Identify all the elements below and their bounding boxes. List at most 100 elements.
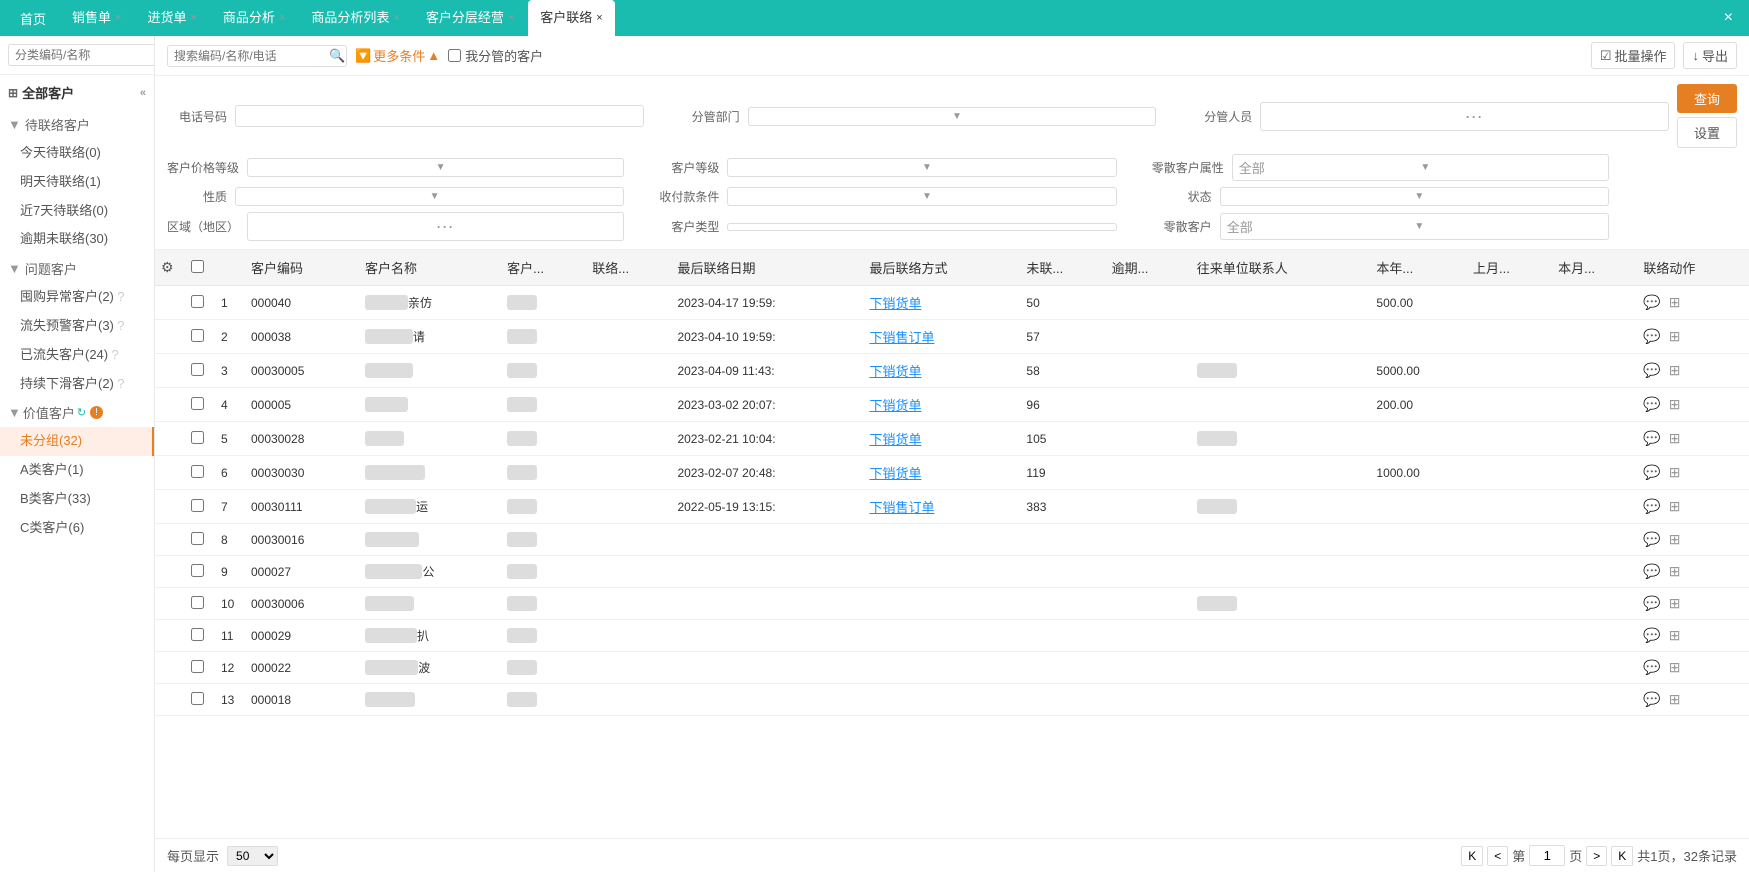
code-col-header[interactable]: 客户编码 bbox=[245, 250, 359, 286]
close-purchase-tab[interactable]: × bbox=[190, 0, 196, 36]
more-icon-7[interactable]: ⊞ bbox=[1669, 531, 1681, 548]
sidebar-item-abnormal[interactable]: 囤购异常客户(2) ? bbox=[0, 283, 154, 312]
region-select[interactable]: ··· bbox=[247, 212, 624, 241]
last-method-col-header[interactable]: 最后联络方式 bbox=[863, 250, 1020, 286]
row-checkbox-8[interactable] bbox=[191, 564, 204, 577]
last-method-link-3[interactable]: 下销货单 bbox=[869, 398, 921, 413]
more-icon-2[interactable]: ⊞ bbox=[1669, 362, 1681, 379]
chat-icon-9[interactable]: 💬 bbox=[1643, 595, 1660, 612]
select-all-checkbox[interactable] bbox=[191, 260, 204, 273]
sidebar-item-class-b[interactable]: B类客户(33) bbox=[0, 485, 154, 514]
dept-select[interactable]: ▼ bbox=[748, 107, 1157, 126]
my-customers-checkbox[interactable] bbox=[448, 49, 461, 62]
chat-icon-0[interactable]: 💬 bbox=[1643, 294, 1660, 311]
this-month-col-header[interactable]: 本月... bbox=[1552, 250, 1637, 286]
more-icon-10[interactable]: ⊞ bbox=[1669, 627, 1681, 644]
no-contact-col-header[interactable]: 未联... bbox=[1020, 250, 1105, 286]
row-checkbox-3[interactable] bbox=[191, 397, 204, 410]
batch-ops-button[interactable]: ☑ 批量操作 bbox=[1591, 42, 1676, 69]
last-date-col-header[interactable]: 最后联络日期 bbox=[671, 250, 863, 286]
close-customer-mgmt-tab[interactable]: × bbox=[508, 0, 514, 36]
chat-icon-11[interactable]: 💬 bbox=[1643, 659, 1660, 676]
row-checkbox-1[interactable] bbox=[191, 329, 204, 342]
region-more-icon[interactable]: ··· bbox=[432, 216, 618, 237]
more-icon-1[interactable]: ⊞ bbox=[1669, 328, 1681, 345]
problem-group-title[interactable]: ▼ 问题客户 bbox=[0, 254, 154, 283]
chat-icon-7[interactable]: 💬 bbox=[1643, 531, 1660, 548]
more-icon-0[interactable]: ⊞ bbox=[1669, 294, 1681, 311]
overdue-col-header[interactable]: 逾期... bbox=[1106, 250, 1191, 286]
last-method-link-1[interactable]: 下销售订单 bbox=[869, 330, 934, 345]
sidebar-item-class-c[interactable]: C类客户(6) bbox=[0, 514, 154, 543]
customer-level-select[interactable]: ▼ bbox=[727, 158, 1116, 177]
pending-group-title[interactable]: ▼ 待联络客户 bbox=[0, 110, 154, 139]
nav-tab-analysis[interactable]: 商品分析 × bbox=[211, 0, 297, 36]
prev-page-btn[interactable]: < bbox=[1487, 846, 1508, 866]
last-method-link-4[interactable]: 下销货单 bbox=[869, 432, 921, 447]
chat-icon-6[interactable]: 💬 bbox=[1643, 498, 1660, 515]
search-input[interactable] bbox=[174, 49, 329, 63]
more-icon-5[interactable]: ⊞ bbox=[1669, 464, 1681, 481]
nav-tab-analysis-list[interactable]: 商品分析列表 × bbox=[299, 0, 411, 36]
row-checkbox-2[interactable] bbox=[191, 363, 204, 376]
page-number-input[interactable] bbox=[1529, 845, 1565, 866]
row-checkbox-12[interactable] bbox=[191, 692, 204, 705]
search-icon[interactable]: 🔍 bbox=[329, 48, 345, 64]
row-checkbox-7[interactable] bbox=[191, 532, 204, 545]
more-icon-4[interactable]: ⊞ bbox=[1669, 430, 1681, 447]
payment-select[interactable]: ▼ bbox=[727, 187, 1116, 206]
table-settings-icon[interactable]: ⚙ bbox=[161, 259, 174, 275]
sidebar-item-churned[interactable]: 已流失客户(24) ? bbox=[0, 341, 154, 370]
phone-input[interactable] bbox=[235, 105, 644, 127]
person-more-icon[interactable]: ··· bbox=[1461, 106, 1662, 127]
nav-home[interactable]: 首页 bbox=[8, 9, 58, 28]
collapse-sidebar-icon[interactable]: « bbox=[140, 87, 146, 99]
nav-tab-sales[interactable]: 销售单 × bbox=[60, 0, 133, 36]
name-col-header[interactable]: 客户名称 bbox=[359, 250, 501, 286]
chat-icon-3[interactable]: 💬 bbox=[1643, 396, 1660, 413]
sidebar-item-declining[interactable]: 持续下滑客户(2) ? bbox=[0, 370, 154, 399]
row-checkbox-9[interactable] bbox=[191, 596, 204, 609]
export-button[interactable]: ↓ 导出 bbox=[1683, 42, 1737, 69]
sidebar-item-7days-pending[interactable]: 近7天待联络(0) bbox=[0, 197, 154, 226]
chat-icon-5[interactable]: 💬 bbox=[1643, 464, 1660, 481]
last-method-link-0[interactable]: 下销货单 bbox=[869, 296, 921, 311]
last-month-col-header[interactable]: 上月... bbox=[1467, 250, 1552, 286]
last-method-link-5[interactable]: 下销货单 bbox=[869, 466, 921, 481]
customer-type-select[interactable] bbox=[727, 223, 1116, 231]
sidebar-item-overdue-pending[interactable]: 逾期未联络(30) bbox=[0, 225, 154, 254]
this-year-col-header[interactable]: 本年... bbox=[1370, 250, 1467, 286]
retail-attr-select[interactable]: 全部 ▼ bbox=[1232, 154, 1609, 181]
nav-tab-customer-contact[interactable]: 客户联络 × bbox=[528, 0, 614, 36]
row-checkbox-0[interactable] bbox=[191, 295, 204, 308]
first-page-btn[interactable]: K bbox=[1461, 846, 1483, 866]
window-close-button[interactable]: × bbox=[1716, 9, 1741, 27]
chat-icon-1[interactable]: 💬 bbox=[1643, 328, 1660, 345]
sidebar-item-unassigned[interactable]: 未分组(32) bbox=[0, 427, 154, 456]
nav-tab-purchase[interactable]: 进货单 × bbox=[135, 0, 208, 36]
reset-button[interactable]: 设置 bbox=[1677, 117, 1737, 148]
row-checkbox-5[interactable] bbox=[191, 465, 204, 478]
chat-icon-12[interactable]: 💬 bbox=[1643, 691, 1660, 708]
all-customers-section[interactable]: ⊞ 全部客户 « bbox=[0, 75, 154, 110]
sidebar-item-today-pending[interactable]: 今天待联络(0) bbox=[0, 139, 154, 168]
sidebar-item-class-a[interactable]: A类客户(1) bbox=[0, 456, 154, 485]
sidebar-item-churn-warning[interactable]: 流失预警客户(3) ? bbox=[0, 312, 154, 341]
row-checkbox-6[interactable] bbox=[191, 499, 204, 512]
nav-tab-customer-mgmt[interactable]: 客户分层经营 × bbox=[414, 0, 526, 36]
close-customer-contact-tab[interactable]: × bbox=[596, 0, 602, 36]
status-select[interactable]: ▼ bbox=[1220, 187, 1609, 206]
value-group-title[interactable]: ▼ 价值客户 ↻ ! bbox=[0, 398, 154, 427]
category-search-input[interactable] bbox=[8, 44, 155, 66]
person-select[interactable]: ··· bbox=[1260, 102, 1669, 131]
sidebar-item-tomorrow-pending[interactable]: 明天待联络(1) bbox=[0, 168, 154, 197]
unit-contact-col-header[interactable]: 往来单位联系人 bbox=[1191, 250, 1371, 286]
next-page-btn[interactable]: > bbox=[1586, 846, 1607, 866]
row-checkbox-11[interactable] bbox=[191, 660, 204, 673]
last-method-link-6[interactable]: 下销售订单 bbox=[869, 500, 934, 515]
more-conditions-btn[interactable]: 🔽 更多条件 ▲ bbox=[355, 46, 440, 65]
price-level-select[interactable]: ▼ bbox=[247, 158, 624, 177]
row-checkbox-4[interactable] bbox=[191, 431, 204, 444]
gender-select[interactable]: ▼ bbox=[235, 187, 624, 206]
per-page-select[interactable]: 50 100 200 bbox=[227, 846, 278, 866]
